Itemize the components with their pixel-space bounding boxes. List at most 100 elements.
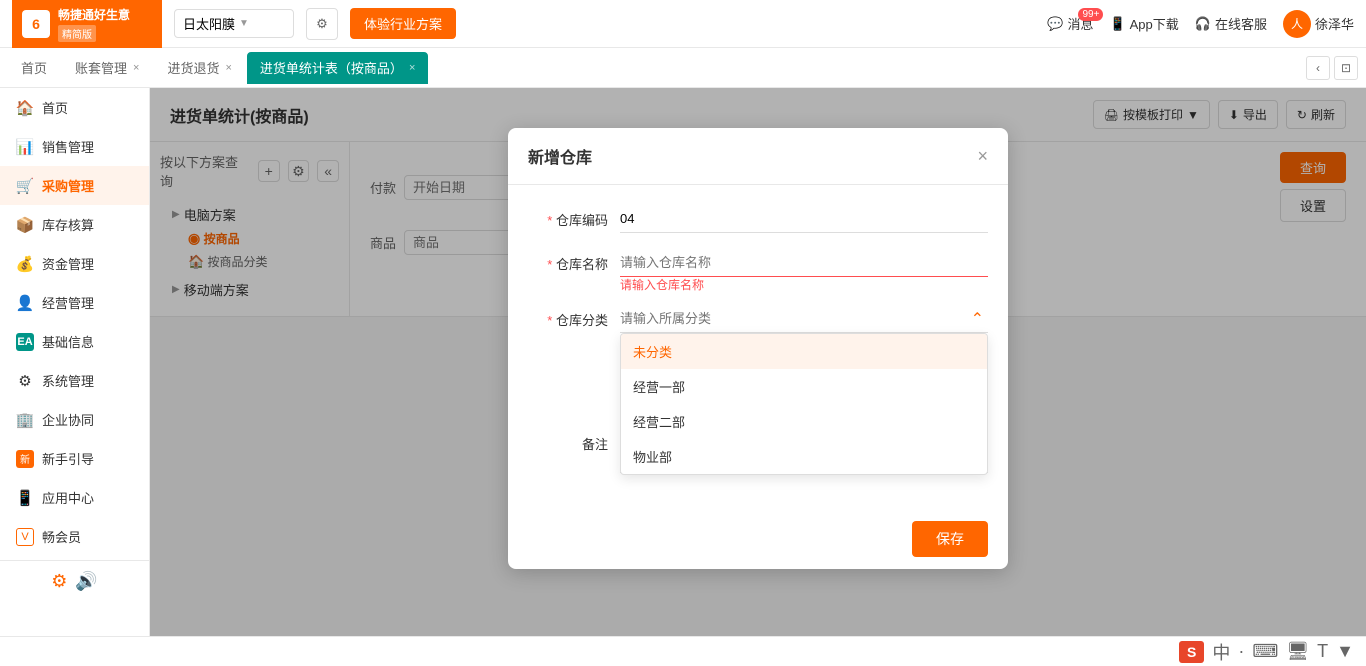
content-area: 进货单统计(按商品) 🖨 按模板打印 ▼ ⬇ 导出 ↻ 刷新 [150, 88, 1366, 636]
dropdown-arrow-icon: ▼ [239, 18, 249, 29]
sidebar-item-operations[interactable]: 👤 经营管理 [0, 283, 149, 322]
dropdown-item-dept2[interactable]: 经营二部 [621, 404, 987, 439]
tab-accounts[interactable]: 账套管理 × [62, 52, 152, 84]
home-icon: 🏠 [16, 99, 34, 117]
sidebar-label-inventory: 库存核算 [42, 215, 94, 234]
code-input[interactable] [620, 205, 988, 233]
purchase-icon: 🛒 [16, 177, 34, 195]
finance-icon: 💰 [16, 255, 34, 273]
tab-accounts-label: 账套管理 [75, 58, 127, 77]
logo-text: 畅捷通好生意 精简版 [58, 6, 130, 42]
keyboard-icon[interactable]: ⌨ [1252, 641, 1278, 662]
trial-button[interactable]: 体验行业方案 [350, 8, 456, 39]
category-select-wrap[interactable]: ⌃ [620, 305, 988, 333]
apps-icon: 📱 [16, 489, 34, 507]
tab-purchase-stats[interactable]: 进货单统计表（按商品） × [247, 52, 428, 84]
top-bar: 6 畅捷通好生意 精简版 日太阳膜 ▼ ⚙ 体验行业方案 💬 消息 99+ 📱 … [0, 0, 1366, 48]
sidebar-item-sales[interactable]: 📊 销售管理 [0, 127, 149, 166]
dropdown-item-uncategorized[interactable]: 未分类 [621, 334, 987, 369]
text-icon[interactable]: T [1317, 641, 1328, 662]
sidebar-label-system: 系统管理 [42, 371, 94, 390]
sidebar-item-finance[interactable]: 💰 资金管理 [0, 244, 149, 283]
category-input[interactable] [620, 305, 988, 332]
name-input[interactable] [620, 249, 988, 277]
service-icon: 🎧 [1195, 16, 1211, 32]
volume-icon[interactable]: 🔊 [75, 571, 97, 592]
gear-button[interactable]: ⚙ [306, 8, 338, 40]
volume-bottom-icon[interactable]: ▼ [1336, 641, 1354, 662]
enterprise-icon: 🏢 [16, 411, 34, 429]
message-badge: 99+ [1078, 8, 1103, 21]
app-download-item[interactable]: 📱 App下载 [1109, 14, 1178, 33]
system-icon: ⚙ [16, 372, 34, 390]
sidebar-label-finance: 资金管理 [42, 254, 94, 273]
tab-accounts-close[interactable]: × [133, 62, 139, 74]
sidebar-item-system[interactable]: ⚙ 系统管理 [0, 361, 149, 400]
tab-purchase-return-label: 进货退货 [167, 58, 219, 77]
user-avatar: 人 [1283, 10, 1311, 38]
tab-next-button[interactable]: ⊡ [1334, 56, 1358, 80]
code-label: * 仓库编码 [528, 210, 608, 229]
sidebar-item-member[interactable]: V 畅会员 [0, 517, 149, 556]
tab-purchase-stats-close[interactable]: × [409, 62, 415, 74]
modal-title: 新增仓库 [528, 144, 592, 168]
sidebar-item-basic[interactable]: EA 基础信息 [0, 322, 149, 361]
gear-icon: ⚙ [316, 16, 328, 32]
tab-prev-button[interactable]: ‹ [1306, 56, 1330, 80]
form-row-category: * 仓库分类 ⌃ 未分类 经营一部 经营二部 物业部 [528, 305, 988, 333]
service-label: 在线客服 [1215, 14, 1267, 33]
sidebar-label-home: 首页 [42, 98, 68, 117]
top-right-area: 💬 消息 99+ 📱 App下载 🎧 在线客服 人 徐泽华 [1047, 10, 1354, 38]
category-label: * 仓库分类 [528, 310, 608, 329]
tab-bar: 首页 账套管理 × 进货退货 × 进货单统计表（按商品） × ‹ ⊡ [0, 48, 1366, 88]
sidebar-label-enterprise: 企业协同 [42, 410, 94, 429]
name-error-message: 请输入仓库名称 [620, 276, 704, 293]
sidebar-item-apps[interactable]: 📱 应用中心 [0, 478, 149, 517]
dot-icon[interactable]: · [1238, 641, 1244, 662]
modal-add-warehouse: 新增仓库 × * 仓库编码 * [508, 128, 1008, 569]
tab-home[interactable]: 首页 [8, 52, 60, 84]
sales-icon: 📊 [16, 138, 34, 156]
sidebar-label-operations: 经营管理 [42, 293, 94, 312]
inventory-icon: 📦 [16, 216, 34, 234]
store-selector[interactable]: 日太阳膜 ▼ [174, 9, 294, 38]
modal-footer: 保存 [508, 509, 1008, 569]
sidebar-label-member: 畅会员 [42, 527, 81, 546]
sidebar-label-guide: 新手引导 [42, 449, 94, 468]
sidebar-label-apps: 应用中心 [42, 488, 94, 507]
sidebar-label-purchase: 采购管理 [42, 176, 94, 195]
tab-purchase-return[interactable]: 进货退货 × [154, 52, 244, 84]
store-name: 日太阳膜 [183, 14, 235, 33]
category-arrow-icon[interactable]: ⌃ [971, 309, 984, 329]
logo-area: 6 畅捷通好生意 精简版 [12, 0, 162, 48]
dropdown-item-property[interactable]: 物业部 [621, 439, 987, 474]
sidebar-item-inventory[interactable]: 📦 库存核算 [0, 205, 149, 244]
message-item[interactable]: 💬 消息 99+ [1047, 14, 1093, 33]
sidebar-item-home[interactable]: 🏠 首页 [0, 88, 149, 127]
guide-icon: 新 [16, 450, 34, 468]
sidebar-item-enterprise[interactable]: 🏢 企业协同 [0, 400, 149, 439]
operations-icon: 👤 [16, 294, 34, 312]
main-layout: 🏠 首页 📊 销售管理 🛒 采购管理 📦 库存核算 💰 资金管理 👤 经营管理 … [0, 88, 1366, 636]
service-item[interactable]: 🎧 在线客服 [1195, 14, 1267, 33]
scloud-brand: S [1179, 641, 1204, 663]
dropdown-item-dept1[interactable]: 经营一部 [621, 369, 987, 404]
sidebar-item-purchase[interactable]: 🛒 采购管理 [0, 166, 149, 205]
form-row-code: * 仓库编码 [528, 205, 988, 233]
settings-bottom-icon[interactable]: ⚙ [51, 571, 67, 592]
chinese-input-icon[interactable]: 中 [1212, 639, 1230, 665]
app-icon: 📱 [1109, 16, 1125, 32]
sidebar-item-guide[interactable]: 新 新手引导 [0, 439, 149, 478]
app-label: App下载 [1130, 14, 1179, 33]
modal-overlay[interactable]: 新增仓库 × * 仓库编码 * [150, 88, 1366, 636]
modal-body: * 仓库编码 * 仓库名称 请输入仓库名称 [508, 185, 1008, 509]
monitor-icon[interactable]: 🖥 [1286, 641, 1309, 662]
modal-header: 新增仓库 × [508, 128, 1008, 185]
basic-icon: EA [16, 333, 34, 351]
save-button[interactable]: 保存 [912, 521, 988, 557]
modal-close-button[interactable]: × [977, 146, 988, 167]
tab-purchase-return-close[interactable]: × [225, 62, 231, 74]
member-icon: V [16, 528, 34, 546]
note-label: 备注 [528, 434, 608, 453]
user-item[interactable]: 人 徐泽华 [1283, 10, 1354, 38]
